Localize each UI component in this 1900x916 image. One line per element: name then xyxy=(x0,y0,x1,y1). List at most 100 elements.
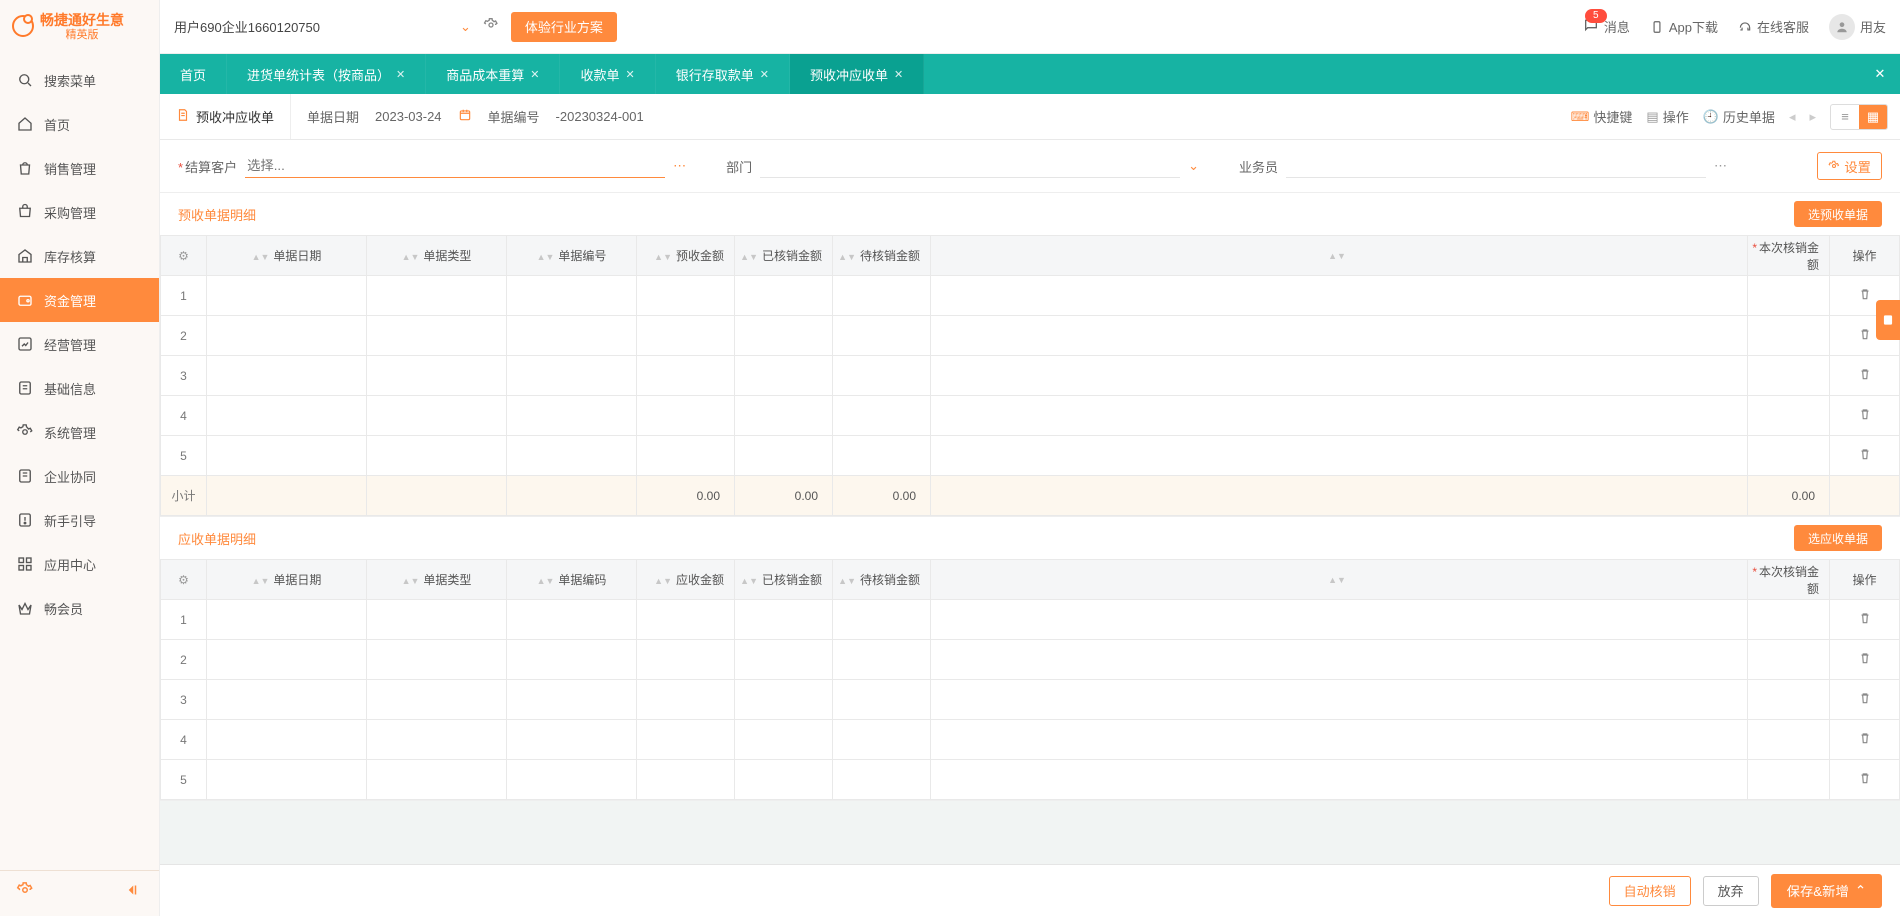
doc-icon xyxy=(176,108,190,125)
trial-button[interactable]: 体验行业方案 xyxy=(511,12,617,42)
right-drawer-handle[interactable] xyxy=(1876,300,1900,340)
col-amt[interactable]: ▲▼预收金额 xyxy=(637,236,735,276)
close-icon[interactable]: ✕ xyxy=(894,68,903,81)
next-icon[interactable]: ▸ xyxy=(1809,109,1816,125)
table-row[interactable]: 2 xyxy=(161,640,1900,680)
tab[interactable]: 进货单统计表（按商品）✕ xyxy=(227,54,426,94)
brand-logo-icon xyxy=(12,15,34,37)
col-code[interactable]: ▲▼单据编号 xyxy=(507,236,637,276)
app-download-link[interactable]: App下载 xyxy=(1650,17,1718,36)
row-delete[interactable] xyxy=(1830,396,1900,436)
warehouse-icon xyxy=(16,247,34,265)
close-icon[interactable]: ✕ xyxy=(626,68,635,81)
chart-icon xyxy=(16,335,34,353)
doc-date[interactable]: 2023-03-24 xyxy=(375,109,442,124)
home-icon xyxy=(16,115,34,133)
sidebar-item-warehouse[interactable]: 库存核算 xyxy=(0,234,159,278)
row-delete[interactable] xyxy=(1830,720,1900,760)
page-scroll[interactable]: 预收单据明细 选预收单据 ⚙ ▲▼单据日期 ▲▼单据类型 ▲▼单据编号 ▲▼预收… xyxy=(160,193,1900,916)
col-spacer[interactable]: ▲▼ xyxy=(931,236,1748,276)
sidebar-item-home[interactable]: 首页 xyxy=(0,102,159,146)
view-lines-icon[interactable]: ≡ xyxy=(1831,105,1859,129)
row-delete[interactable] xyxy=(1830,640,1900,680)
sidebar-item-vip[interactable]: 畅会员 xyxy=(0,586,159,630)
history-icon: 🕘 xyxy=(1703,109,1719,125)
dept-dropdown-icon[interactable]: ⌄ xyxy=(1188,158,1199,174)
table-row[interactable]: 2 xyxy=(161,316,1900,356)
table-row[interactable]: 1 xyxy=(161,600,1900,640)
user-menu[interactable]: 用友 xyxy=(1829,14,1886,40)
sidebar-item-label: 畅会员 xyxy=(44,599,83,618)
customer-more-icon[interactable]: ⋯ xyxy=(673,158,686,174)
online-service-link[interactable]: 在线客服 xyxy=(1738,17,1809,36)
view-cards-icon[interactable]: ▦ xyxy=(1859,105,1887,129)
col-date[interactable]: ▲▼单据日期 xyxy=(207,236,367,276)
calendar-icon[interactable] xyxy=(458,108,472,125)
close-icon[interactable]: ✕ xyxy=(396,68,405,81)
select-prereceipt-button[interactable]: 选预收单据 xyxy=(1794,201,1882,227)
col-used[interactable]: ▲▼已核销金额 xyxy=(735,236,833,276)
collapse-icon[interactable] xyxy=(125,881,143,902)
sales-more-icon[interactable]: ⋯ xyxy=(1714,158,1727,174)
sidebar-item-org[interactable]: 企业协同 xyxy=(0,454,159,498)
history-link[interactable]: 🕘历史单据 xyxy=(1703,107,1775,126)
sidebar-item-label: 搜索菜单 xyxy=(44,71,96,90)
sidebar-item-label: 企业协同 xyxy=(44,467,96,486)
col-settings-icon[interactable]: ⚙ xyxy=(178,249,189,263)
row-delete[interactable] xyxy=(1830,356,1900,396)
tab[interactable]: 预收冲应收单✕ xyxy=(790,54,924,94)
discard-button[interactable]: 放弃 xyxy=(1703,876,1759,906)
table-row[interactable]: 1 xyxy=(161,276,1900,316)
tenant-settings-icon[interactable] xyxy=(483,17,499,36)
nav-list: 搜索菜单首页销售管理采购管理库存核算资金管理经营管理基础信息系统管理企业协同新手… xyxy=(0,58,159,870)
operate-link[interactable]: ▤操作 xyxy=(1646,107,1688,126)
row-delete[interactable] xyxy=(1830,760,1900,800)
col-type[interactable]: ▲▼单据类型 xyxy=(367,236,507,276)
sidebar-item-label: 系统管理 xyxy=(44,423,96,442)
cart-icon xyxy=(16,203,34,221)
auto-writeoff-button[interactable]: 自动核销 xyxy=(1609,876,1691,906)
page: 预收冲应收单 单据日期 2023-03-24 单据编号 -20230324-00… xyxy=(160,94,1900,916)
table-row[interactable]: 3 xyxy=(161,680,1900,720)
tab[interactable]: 银行存取款单✕ xyxy=(656,54,790,94)
prev-icon[interactable]: ◂ xyxy=(1789,109,1796,125)
table-row[interactable]: 5 xyxy=(161,760,1900,800)
save-new-button[interactable]: 保存&新增⌃ xyxy=(1771,874,1882,908)
tab[interactable]: 收款单✕ xyxy=(560,54,655,94)
table-row[interactable]: 4 xyxy=(161,720,1900,760)
sales-input[interactable] xyxy=(1286,154,1706,178)
sidebar-item-guide[interactable]: 新手引导 xyxy=(0,498,159,542)
tab[interactable]: 商品成本重算✕ xyxy=(426,54,560,94)
messages-link[interactable]: 消息 xyxy=(1583,17,1630,36)
col-settings-icon[interactable]: ⚙ xyxy=(178,573,189,587)
sidebar-item-cart[interactable]: 采购管理 xyxy=(0,190,159,234)
select-receivable-button[interactable]: 选应收单据 xyxy=(1794,525,1882,551)
row-delete[interactable] xyxy=(1830,600,1900,640)
sidebar-item-chart[interactable]: 经营管理 xyxy=(0,322,159,366)
settings-icon[interactable] xyxy=(16,881,34,902)
headset-icon xyxy=(1738,20,1752,34)
table-row[interactable]: 5 xyxy=(161,436,1900,476)
close-icon[interactable]: ✕ xyxy=(760,68,769,81)
section1-title: 预收单据明细 xyxy=(178,205,256,224)
table-row[interactable]: 4 xyxy=(161,396,1900,436)
col-pending[interactable]: ▲▼待核销金额 xyxy=(833,236,931,276)
sidebar-item-gear[interactable]: 系统管理 xyxy=(0,410,159,454)
dept-input[interactable] xyxy=(760,154,1180,178)
sidebar-item-wallet[interactable]: 资金管理 xyxy=(0,278,159,322)
customer-input[interactable] xyxy=(245,154,665,178)
row-delete[interactable] xyxy=(1830,680,1900,720)
tabs-close-all[interactable]: ✕ xyxy=(1860,54,1900,94)
tab[interactable]: 首页 xyxy=(160,54,227,94)
sidebar-item-search[interactable]: 搜索菜单 xyxy=(0,58,159,102)
sidebar-item-apps[interactable]: 应用中心 xyxy=(0,542,159,586)
form-settings-button[interactable]: 设置 xyxy=(1817,152,1882,180)
close-icon[interactable]: ✕ xyxy=(530,68,539,81)
shortcut-link[interactable]: ⌨快捷键 xyxy=(1571,107,1633,126)
table-row[interactable]: 3 xyxy=(161,356,1900,396)
tenant-select[interactable]: 用户690企业1660120750 ⌄ xyxy=(174,17,471,36)
row-delete[interactable] xyxy=(1830,436,1900,476)
guide-icon xyxy=(16,511,34,529)
sidebar-item-bag[interactable]: 销售管理 xyxy=(0,146,159,190)
sidebar-item-list[interactable]: 基础信息 xyxy=(0,366,159,410)
